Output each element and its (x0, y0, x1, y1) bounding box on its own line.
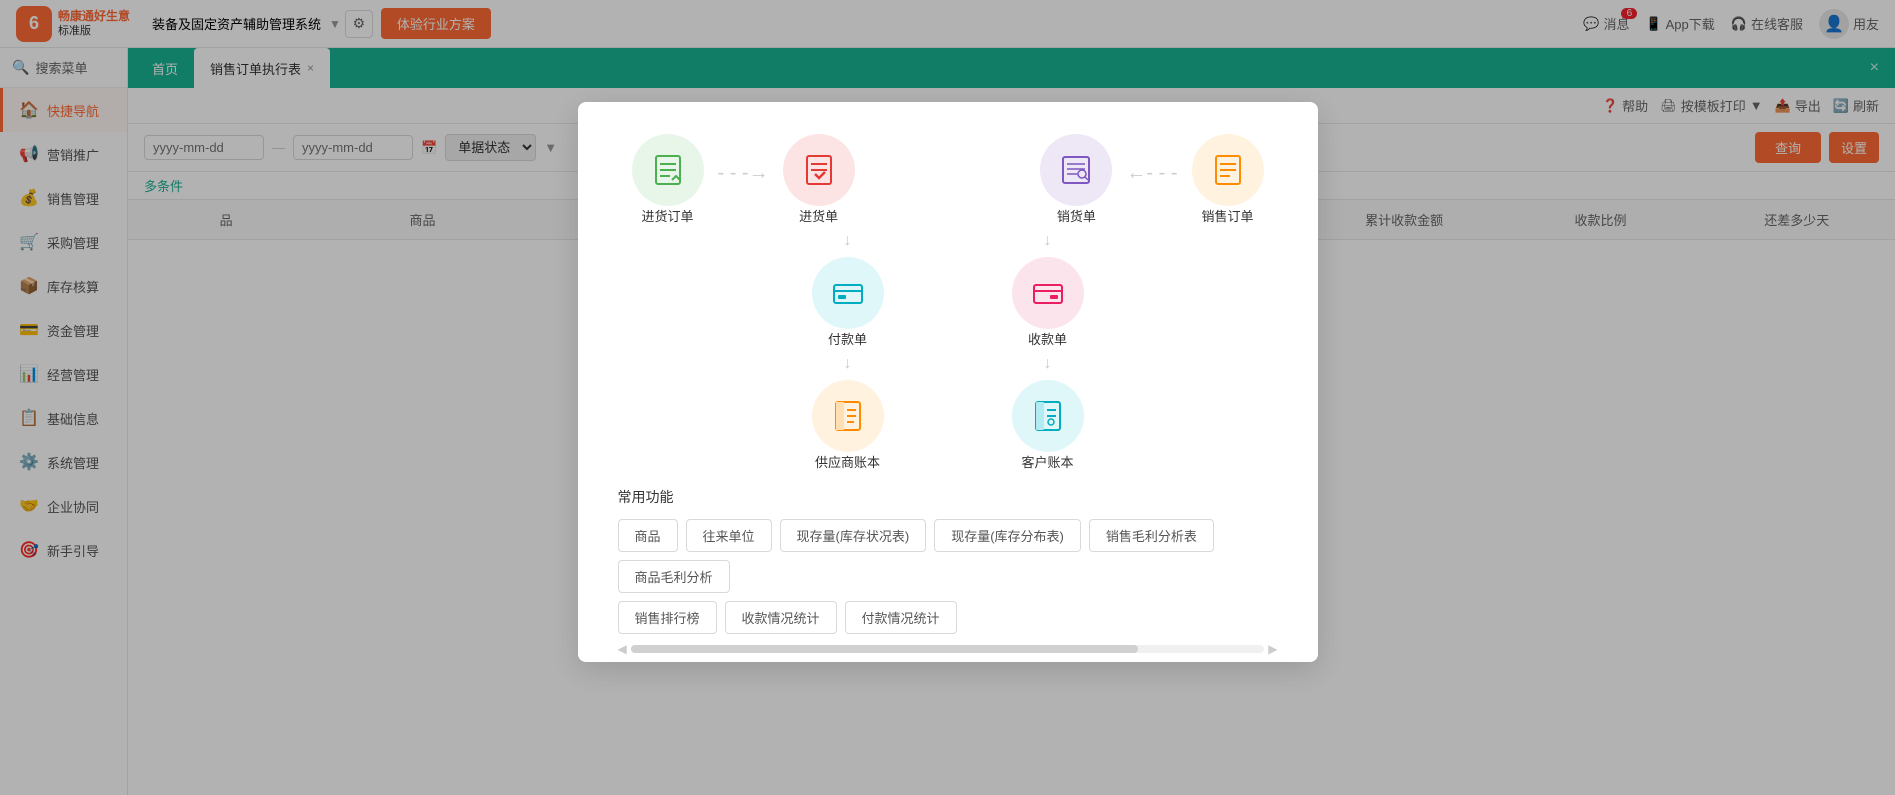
arrow-down-sales: ↓ (1044, 233, 1052, 249)
modal-scrollbar[interactable] (631, 645, 1265, 653)
func-button[interactable]: 销售排行榜 (618, 601, 717, 634)
modal-overlay[interactable]: 进货订单 - - - → 进货单 (0, 0, 1895, 795)
flow-item-supplier-ledger[interactable] (812, 380, 884, 452)
func-buttons-row1: 商品往来单位现存量(库存状况表)现存量(库存分布表)销售毛利分析表商品毛利分析 (618, 519, 1278, 593)
scroll-left-arrow[interactable]: ◀ (618, 642, 627, 656)
flow-label-purchase-slip: 进货单 (799, 206, 838, 225)
func-button[interactable]: 现存量(库存状况表) (780, 519, 927, 552)
func-button[interactable]: 付款情况统计 (845, 601, 957, 634)
func-button[interactable]: 销售毛利分析表 (1089, 519, 1214, 552)
flow-label-sales-slip: 销货单 (1057, 206, 1096, 225)
common-functions-title: 常用功能 (618, 487, 1278, 507)
flow-item-receipt[interactable] (1012, 257, 1084, 329)
quick-guide-modal: 进货订单 - - - → 进货单 (578, 102, 1318, 662)
func-button[interactable]: 现存量(库存分布表) (934, 519, 1081, 552)
flow-label-sales-order: 销售订单 (1201, 206, 1253, 225)
flow-label-payment: 付款单 (828, 329, 867, 348)
flow-label-purchase-order: 进货订单 (641, 206, 693, 225)
flow-item-purchase-order[interactable] (632, 134, 704, 206)
flow-label-supplier-ledger: 供应商账本 (815, 452, 880, 471)
func-button[interactable]: 商品毛利分析 (618, 560, 730, 593)
flow-item-payment[interactable] (812, 257, 884, 329)
func-button[interactable]: 往来单位 (686, 519, 772, 552)
flow-label-receipt: 收款单 (1028, 329, 1067, 348)
flow-item-sales-order[interactable] (1192, 134, 1264, 206)
arrow-down-payment: ↓ (844, 356, 852, 372)
arrow-down-receipt: ↓ (1044, 356, 1052, 372)
flow-item-purchase-slip[interactable] (783, 134, 855, 206)
flow-item-sales-slip[interactable] (1040, 134, 1112, 206)
arrow-down-purchase: ↓ (844, 233, 852, 249)
func-button[interactable]: 收款情况统计 (725, 601, 837, 634)
flow-label-customer-ledger: 客户账本 (1021, 452, 1073, 471)
scroll-right-arrow[interactable]: ▶ (1268, 642, 1277, 656)
flow-item-customer-ledger[interactable] (1012, 380, 1084, 452)
func-button[interactable]: 商品 (618, 519, 678, 552)
func-buttons-row2: 销售排行榜收款情况统计付款情况统计 (618, 601, 1278, 634)
